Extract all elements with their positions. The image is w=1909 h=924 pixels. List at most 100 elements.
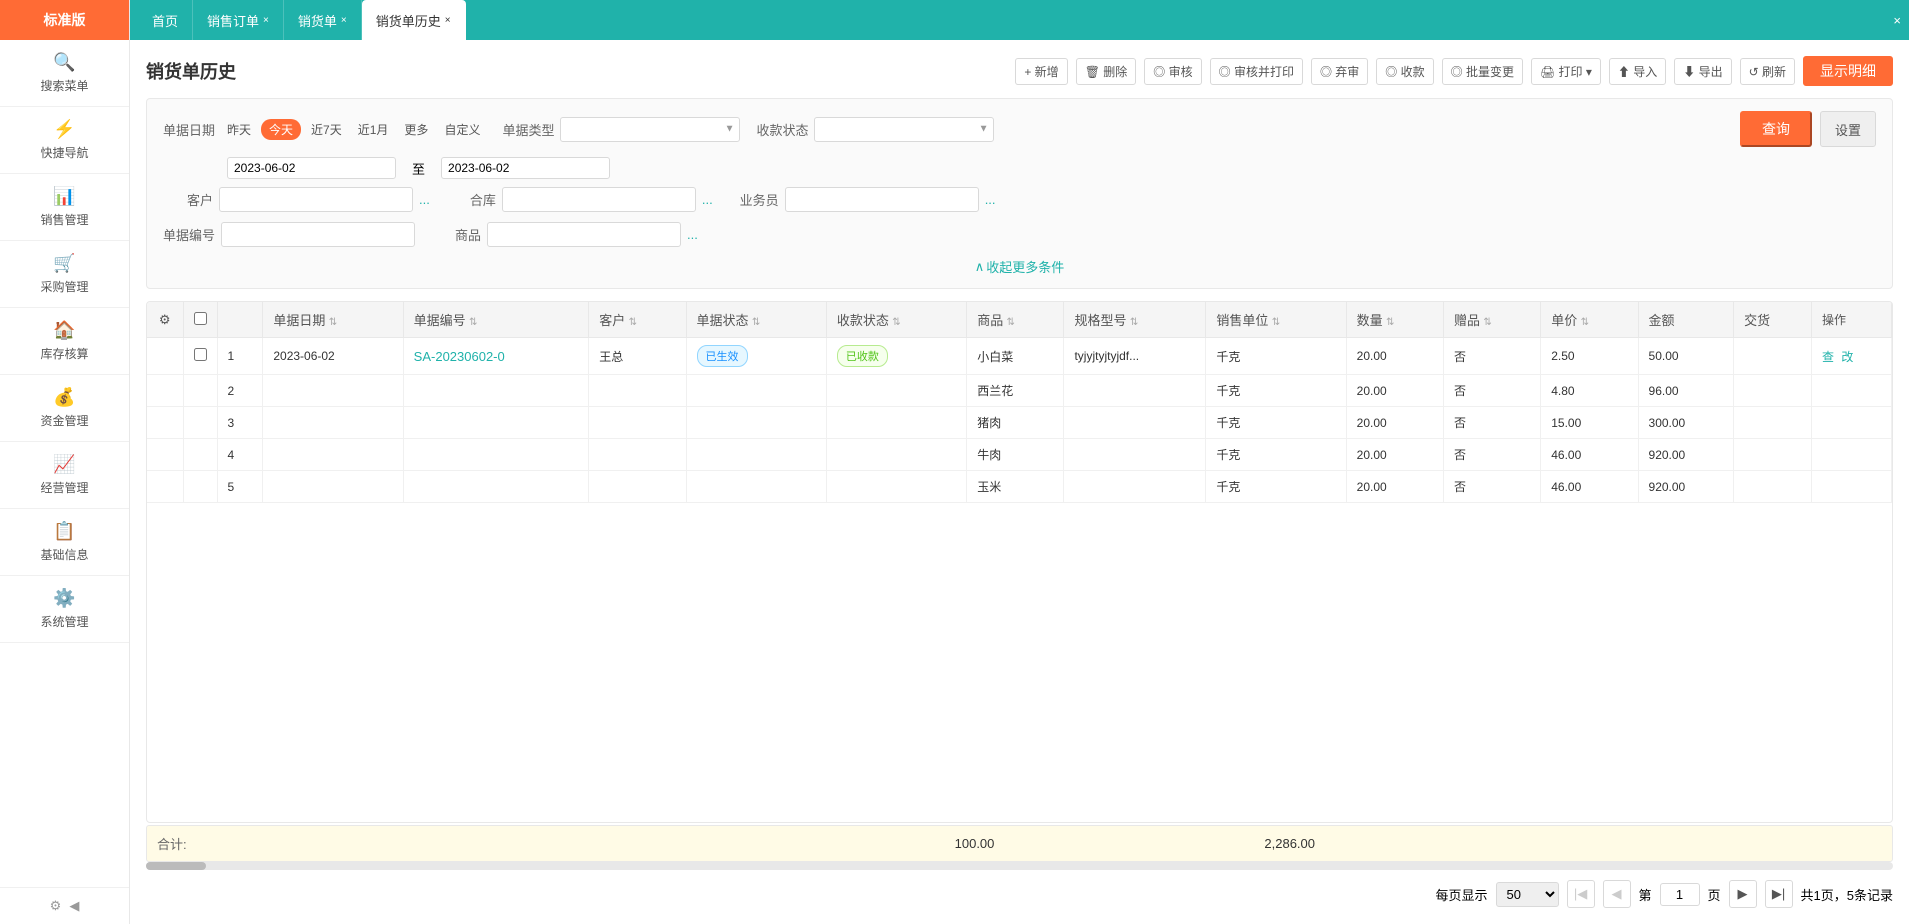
docno-input[interactable] [221,222,415,247]
sidebar-item-search[interactable]: 🔍 搜索菜单 [0,40,129,107]
export-button[interactable]: ⬇ 导出 [1674,58,1731,85]
row-spec: tyjyjtyjtyjdf... [1064,338,1206,375]
row-select-checkbox[interactable] [194,348,207,361]
docdate-sort-icon[interactable]: ⇅ [329,317,337,328]
collect-button[interactable]: ◎ 收款 [1376,58,1433,85]
collectstatus-sort-icon[interactable]: ⇅ [892,317,900,328]
page-size-select[interactable]: 50 [1496,882,1559,907]
gift-sort-icon[interactable]: ⇅ [1483,317,1491,328]
total-info: 共1页，5条记录 [1801,885,1893,904]
refresh-button[interactable]: ↺ 刷新 [1740,58,1795,85]
doc-type-select[interactable] [560,117,740,142]
col-docdate[interactable]: 单据日期 ⇅ [263,302,403,338]
tab-sales-order[interactable]: 销售订单 × [193,0,284,40]
select-all-checkbox[interactable] [194,312,207,325]
salesperson-input[interactable] [785,187,979,212]
topbar-close-btn[interactable]: × [1893,13,1901,28]
customer-sort-icon[interactable]: ⇅ [629,317,637,328]
query-button[interactable]: 查询 [1740,111,1812,147]
sidebar-item-sales[interactable]: 📊 销售管理 [0,174,129,241]
unitprice-sort-icon[interactable]: ⇅ [1581,317,1589,328]
docno-link[interactable]: SA-20230602-0 [414,349,505,364]
scrollbar-thumb[interactable] [146,862,206,870]
date-btn-yesterday[interactable]: 昨天 [221,119,257,140]
col-salesunit[interactable]: 销售单位 ⇅ [1206,302,1346,338]
prev-page-btn[interactable]: ◀ [1603,880,1631,908]
date-btn-more[interactable]: 更多 [398,119,434,140]
page-number-input[interactable] [1660,883,1700,906]
row-no: 5 [217,471,263,503]
col-docstatus[interactable]: 单据状态 ⇅ [686,302,826,338]
filter-doc-type: 单据类型 [502,117,740,142]
col-unitprice[interactable]: 单价 ⇅ [1541,302,1638,338]
audit-button[interactable]: ◎ 审核 [1144,58,1201,85]
date-btn-today[interactable]: 今天 [261,119,301,140]
tab-delivery[interactable]: 销货单 × [284,0,362,40]
row-amount: 300.00 [1638,407,1734,439]
col-spec[interactable]: 规格型号 ⇅ [1064,302,1206,338]
customer-ellipsis[interactable]: ... [419,192,430,207]
col-gear[interactable]: ⚙ [147,302,183,338]
date-btn-1month[interactable]: 近1月 [352,119,395,140]
batch-change-button[interactable]: ◎ 批量变更 [1442,58,1523,85]
delete-button[interactable]: 🗑 删除 [1076,58,1137,85]
tab-delivery-history-close[interactable]: × [445,15,451,26]
date-to-input[interactable] [441,157,610,179]
docno-sort-icon[interactable]: ⇅ [469,317,477,328]
tab-delivery-close[interactable]: × [341,15,347,26]
last-page-btn[interactable]: ▶| [1765,880,1793,908]
col-customer[interactable]: 客户 ⇅ [589,302,686,338]
sidebar-item-operations[interactable]: 📈 经营管理 [0,442,129,509]
date-from-input[interactable] [227,157,396,179]
col-collectstatus[interactable]: 收款状态 ⇅ [826,302,966,338]
tab-home[interactable]: 首页 [138,0,193,40]
row-checkbox [183,338,217,375]
col-gift[interactable]: 赠品 ⇅ [1443,302,1540,338]
qty-sort-icon[interactable]: ⇅ [1386,317,1394,328]
import-button[interactable]: ⬆ 导入 [1609,58,1666,85]
first-page-btn[interactable]: |◀ [1567,880,1595,908]
audit-print-button[interactable]: ◎ 审核并打印 [1210,58,1303,85]
warehouse-ellipsis[interactable]: ... [702,192,713,207]
customer-input[interactable] [219,187,413,212]
collapse-btn[interactable]: ∧ 收起更多条件 [163,257,1876,276]
tab-sales-order-close[interactable]: × [263,15,269,26]
sidebar-settings-btn[interactable]: ⚙ ◀ [0,888,129,924]
sidebar-item-quicknav[interactable]: ⚡ 快捷导航 [0,107,129,174]
row-actions: 查 改 [1812,338,1892,375]
sidebar-item-purchase[interactable]: 🛒 采购管理 [0,241,129,308]
setting-button[interactable]: 设置 [1820,111,1876,147]
col-transaction[interactable]: 交货 [1734,302,1812,338]
row-qty: 20.00 [1346,407,1443,439]
goods-input[interactable] [487,222,681,247]
total-label: 合计: [157,834,187,853]
sidebar-item-finance[interactable]: 💰 资金管理 [0,375,129,442]
salesperson-ellipsis[interactable]: ... [985,192,996,207]
goods-ellipsis[interactable]: ... [687,227,698,242]
date-btn-7days[interactable]: 近7天 [305,119,348,140]
display-detail-button[interactable]: 显示明细 [1803,56,1893,86]
spec-sort-icon[interactable]: ⇅ [1130,317,1138,328]
edit-action-link[interactable]: 改 [1841,350,1853,364]
print-button[interactable]: 🖨 打印 ▾ [1531,58,1601,85]
abandon-button[interactable]: ◎ 弃审 [1311,58,1368,85]
sidebar-item-inventory[interactable]: 🏠 库存核算 [0,308,129,375]
col-amount[interactable]: 金额 [1638,302,1734,338]
docstatus-sort-icon[interactable]: ⇅ [752,317,760,328]
date-btn-custom[interactable]: 自定义 [438,119,486,140]
collect-status-select[interactable] [814,117,994,142]
horizontal-scrollbar[interactable] [146,862,1893,870]
add-button[interactable]: + 新增 [1015,58,1067,85]
sidebar-item-basicinfo[interactable]: 📋 基础信息 [0,509,129,576]
goods-sort-icon[interactable]: ⇅ [1007,317,1015,328]
tab-delivery-history[interactable]: 销货单历史 × [362,0,466,40]
next-page-btn[interactable]: ▶ [1729,880,1757,908]
quick-nav-icon: ⚡ [53,119,75,140]
warehouse-input[interactable] [502,187,696,212]
col-goods[interactable]: 商品 ⇅ [967,302,1064,338]
col-docno[interactable]: 单据编号 ⇅ [403,302,589,338]
sidebar-item-system[interactable]: ⚙️ 系统管理 [0,576,129,643]
col-qty[interactable]: 数量 ⇅ [1346,302,1443,338]
salesunit-sort-icon[interactable]: ⇅ [1272,317,1280,328]
view-action-link[interactable]: 查 [1822,350,1834,364]
